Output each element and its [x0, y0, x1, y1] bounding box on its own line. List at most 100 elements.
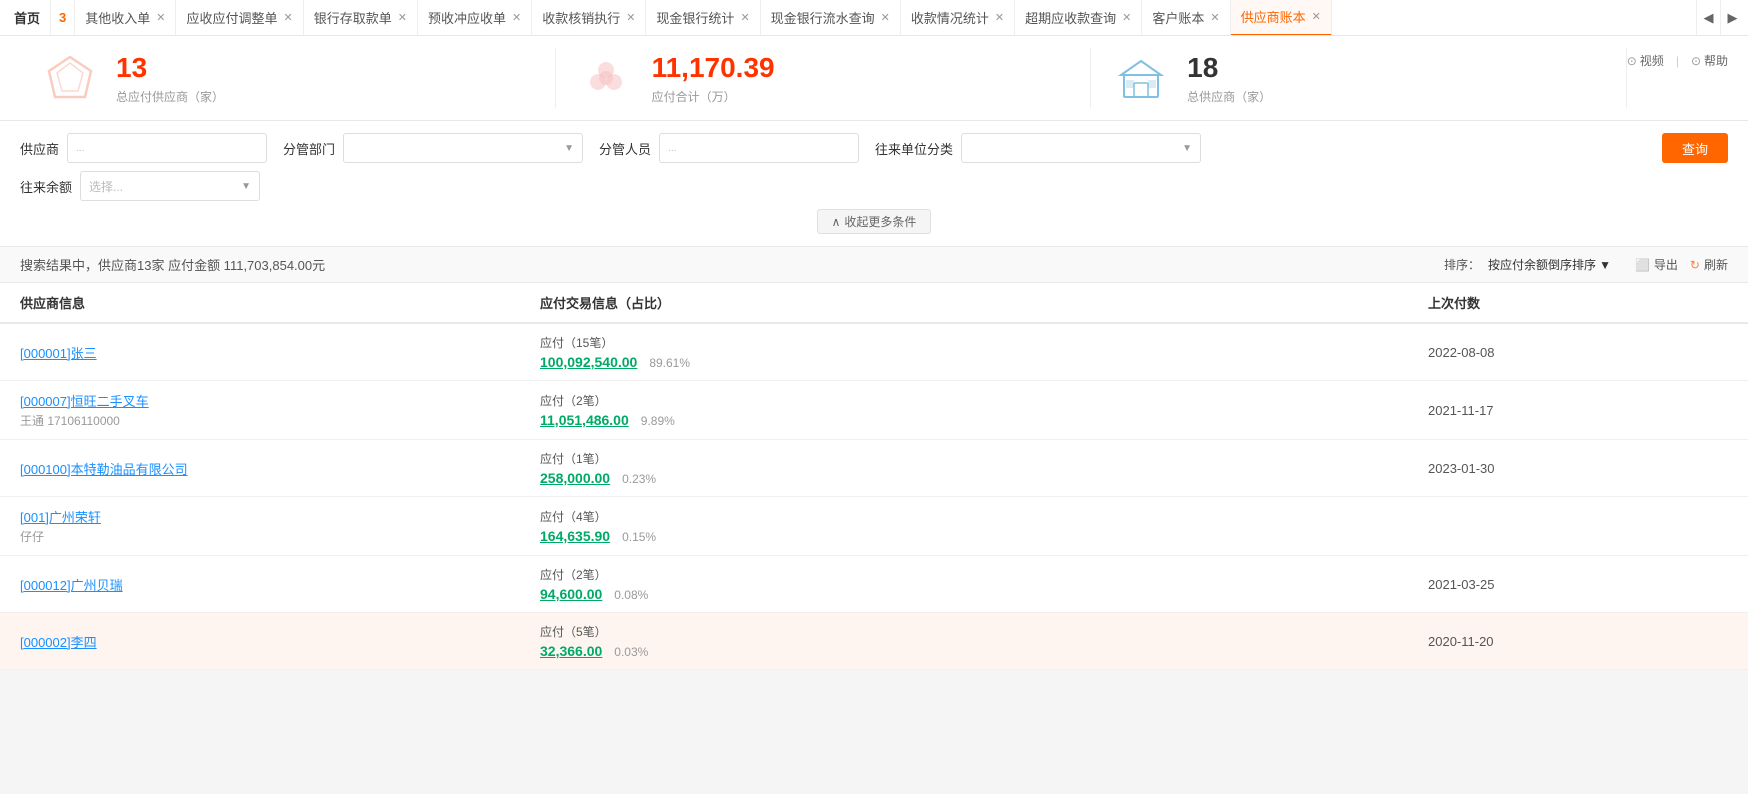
dept-input[interactable]: ▼	[343, 133, 583, 163]
nav-tab-overdue[interactable]: 超期应收款查询 ✕	[1015, 0, 1142, 36]
category-input[interactable]: ▼	[961, 133, 1201, 163]
supplier-link-3[interactable]: [001]广州荣轩	[20, 507, 540, 526]
supplier-input[interactable]: ...	[67, 133, 267, 163]
nav-arrow-left[interactable]: ◀	[1696, 0, 1720, 36]
nav-arrows: ◀ ▶	[1696, 0, 1744, 36]
results-summary: 搜索结果中，供应商13家 应付金额 111,703,854.00元	[20, 255, 325, 274]
tx-amount-0[interactable]: 100,092,540.00	[540, 354, 637, 370]
tx-label-4: 应付（2笔）	[540, 566, 1428, 583]
supplier-info-4: [000012]广州贝瑞	[20, 575, 540, 594]
supplier-info-3: [001]广州荣轩 仔仔	[20, 507, 540, 545]
tx-amount-5[interactable]: 32,366.00	[540, 643, 602, 659]
close-icon[interactable]: ✕	[284, 11, 293, 24]
nav-tab-home[interactable]: 首页	[4, 0, 51, 36]
close-icon[interactable]: ✕	[995, 11, 1004, 24]
store-icon	[1111, 48, 1171, 108]
filter-row-2: 往来余额 选择... ▼	[20, 171, 1728, 201]
tx-amount-1[interactable]: 11,051,486.00	[540, 412, 629, 428]
nav-tab-supplier-book[interactable]: 供应商账本 ✕	[1231, 0, 1332, 36]
tx-amount-3[interactable]: 164,635.90	[540, 528, 610, 544]
filter-area: 供应商 ... 分管部门 ▼ 分管人员 ... 往来单位分类	[0, 121, 1748, 247]
divider: |	[1676, 54, 1679, 68]
tx-percent-1: 9.89%	[641, 414, 675, 428]
category-arrow-icon: ▼	[1182, 143, 1192, 154]
close-icon[interactable]: ✕	[156, 11, 165, 24]
filter-supplier: 供应商 ...	[20, 133, 267, 163]
nav-tab-number[interactable]: 3	[51, 0, 75, 36]
filter-row-1: 供应商 ... 分管部门 ▼ 分管人员 ... 往来单位分类	[20, 133, 1728, 163]
close-icon[interactable]: ✕	[1312, 10, 1321, 23]
balance-input[interactable]: 选择... ▼	[80, 171, 260, 201]
nav-tab-adjustment[interactable]: 应收应付调整单 ✕	[176, 0, 303, 36]
table-row: [000007]恒旺二手叉车 王通 17106110000 应付（2笔） 11,…	[0, 381, 1748, 440]
supplier-contact-3: 仔仔	[20, 528, 540, 545]
top-right-links: ⊙ 视频 | ⊙ 帮助	[1627, 48, 1728, 69]
supplier-link-4[interactable]: [000012]广州贝瑞	[20, 575, 540, 594]
nav-tab-collection[interactable]: 收款核销执行 ✕	[532, 0, 646, 36]
supplier-label: 供应商	[20, 139, 59, 158]
supplier-link-5[interactable]: [000002]李四	[20, 632, 540, 651]
transaction-info-5: 应付（5笔） 32,366.00 0.03%	[540, 623, 1428, 659]
summary-card-payable-total: 11,170.39 应付合计（万）	[556, 48, 1092, 108]
supplier-link-0[interactable]: [000001]张三	[20, 343, 540, 362]
nav-tab-cash-flow[interactable]: 现金银行流水查询 ✕	[761, 0, 901, 36]
table-row: [000100]本特勒油品有限公司 应付（1笔） 258,000.00 0.23…	[0, 440, 1748, 497]
nav-tab-cash-stat[interactable]: 现金银行统计 ✕	[646, 0, 760, 36]
sort-select[interactable]: 按应付余额倒序排序 ▼	[1488, 256, 1611, 273]
summary-text-total-suppliers: 18 总供应商（家）	[1187, 51, 1271, 106]
tx-percent-2: 0.23%	[622, 472, 656, 486]
sort-label: 排序：	[1444, 256, 1480, 273]
balance-placeholder: 选择...	[89, 178, 123, 195]
supplier-contact-1: 王通 17106110000	[20, 412, 540, 429]
close-icon[interactable]: ✕	[512, 11, 521, 24]
table-row: [000012]广州贝瑞 应付（2笔） 94,600.00 0.08% 2021…	[0, 556, 1748, 613]
collapse-button[interactable]: ∧ 收起更多条件	[817, 209, 932, 234]
close-icon[interactable]: ✕	[1210, 11, 1219, 24]
close-icon[interactable]: ✕	[740, 11, 749, 24]
total-suppliers-label: 总供应商（家）	[1187, 88, 1271, 105]
video-link[interactable]: ⊙ 视频	[1627, 52, 1664, 69]
supplier-link-1[interactable]: [000007]恒旺二手叉车	[20, 391, 540, 410]
nav-tab-other-income[interactable]: 其他收入单 ✕	[75, 0, 176, 36]
collapse-row: ∧ 收起更多条件	[20, 209, 1728, 234]
tx-amount-2[interactable]: 258,000.00	[540, 470, 610, 486]
transaction-info-3: 应付（4笔） 164,635.90 0.15%	[540, 508, 1428, 544]
close-icon[interactable]: ✕	[881, 11, 890, 24]
nav-arrow-right[interactable]: ▶	[1720, 0, 1744, 36]
nav-tab-receipt-stat[interactable]: 收款情况统计 ✕	[901, 0, 1015, 36]
table-row: [001]广州荣轩 仔仔 应付（4笔） 164,635.90 0.15%	[0, 497, 1748, 556]
person-input[interactable]: ...	[659, 133, 859, 163]
summary-bar: 13 总应付供应商（家） 11,170.39 应付合计（万）	[0, 36, 1748, 121]
close-icon[interactable]: ✕	[398, 11, 407, 24]
query-button[interactable]: 查询	[1662, 133, 1728, 163]
close-icon[interactable]: ✕	[626, 11, 635, 24]
refresh-button[interactable]: ↻ 刷新	[1690, 256, 1728, 273]
tx-label-0: 应付（15笔）	[540, 334, 1428, 351]
action-buttons: ⬜ 导出 ↻ 刷新	[1635, 256, 1728, 273]
col-header-transaction: 应付交易信息（占比）	[540, 293, 1428, 312]
person-label: 分管人员	[599, 139, 651, 158]
export-button[interactable]: ⬜ 导出	[1635, 256, 1678, 273]
payable-total-number: 11,170.39	[652, 51, 775, 85]
nav-tab-advance[interactable]: 预收冲应收单 ✕	[418, 0, 532, 36]
diamond-icon	[40, 48, 100, 108]
close-icon[interactable]: ✕	[1122, 11, 1131, 24]
sort-arrow-icon: ▼	[1599, 258, 1611, 272]
tx-amount-4[interactable]: 94,600.00	[540, 586, 602, 602]
tx-percent-5: 0.03%	[614, 645, 648, 659]
col-header-supplier: 供应商信息	[20, 293, 540, 312]
nav-tab-bank-deposit[interactable]: 银行存取款单 ✕	[304, 0, 418, 36]
refresh-icon: ↻	[1690, 258, 1700, 272]
summary-text-total: 11,170.39 应付合计（万）	[652, 51, 775, 106]
last-pay-1: 2021-11-17	[1428, 403, 1728, 418]
total-suppliers-number: 18	[1187, 51, 1271, 85]
tx-label-2: 应付（1笔）	[540, 450, 1428, 467]
balance-arrow-icon: ▼	[241, 181, 251, 192]
balance-label: 往来余额	[20, 177, 72, 196]
nav-tab-customer-book[interactable]: 客户账本 ✕	[1142, 0, 1230, 36]
supplier-link-2[interactable]: [000100]本特勒油品有限公司	[20, 459, 540, 478]
summary-card-suppliers-payable: 13 总应付供应商（家）	[20, 48, 556, 108]
data-table: 供应商信息 应付交易信息（占比） 上次付数 [000001]张三 应付（15笔）…	[0, 283, 1748, 670]
help-link[interactable]: ⊙ 帮助	[1691, 52, 1728, 69]
payable-suppliers-label: 总应付供应商（家）	[116, 88, 224, 105]
